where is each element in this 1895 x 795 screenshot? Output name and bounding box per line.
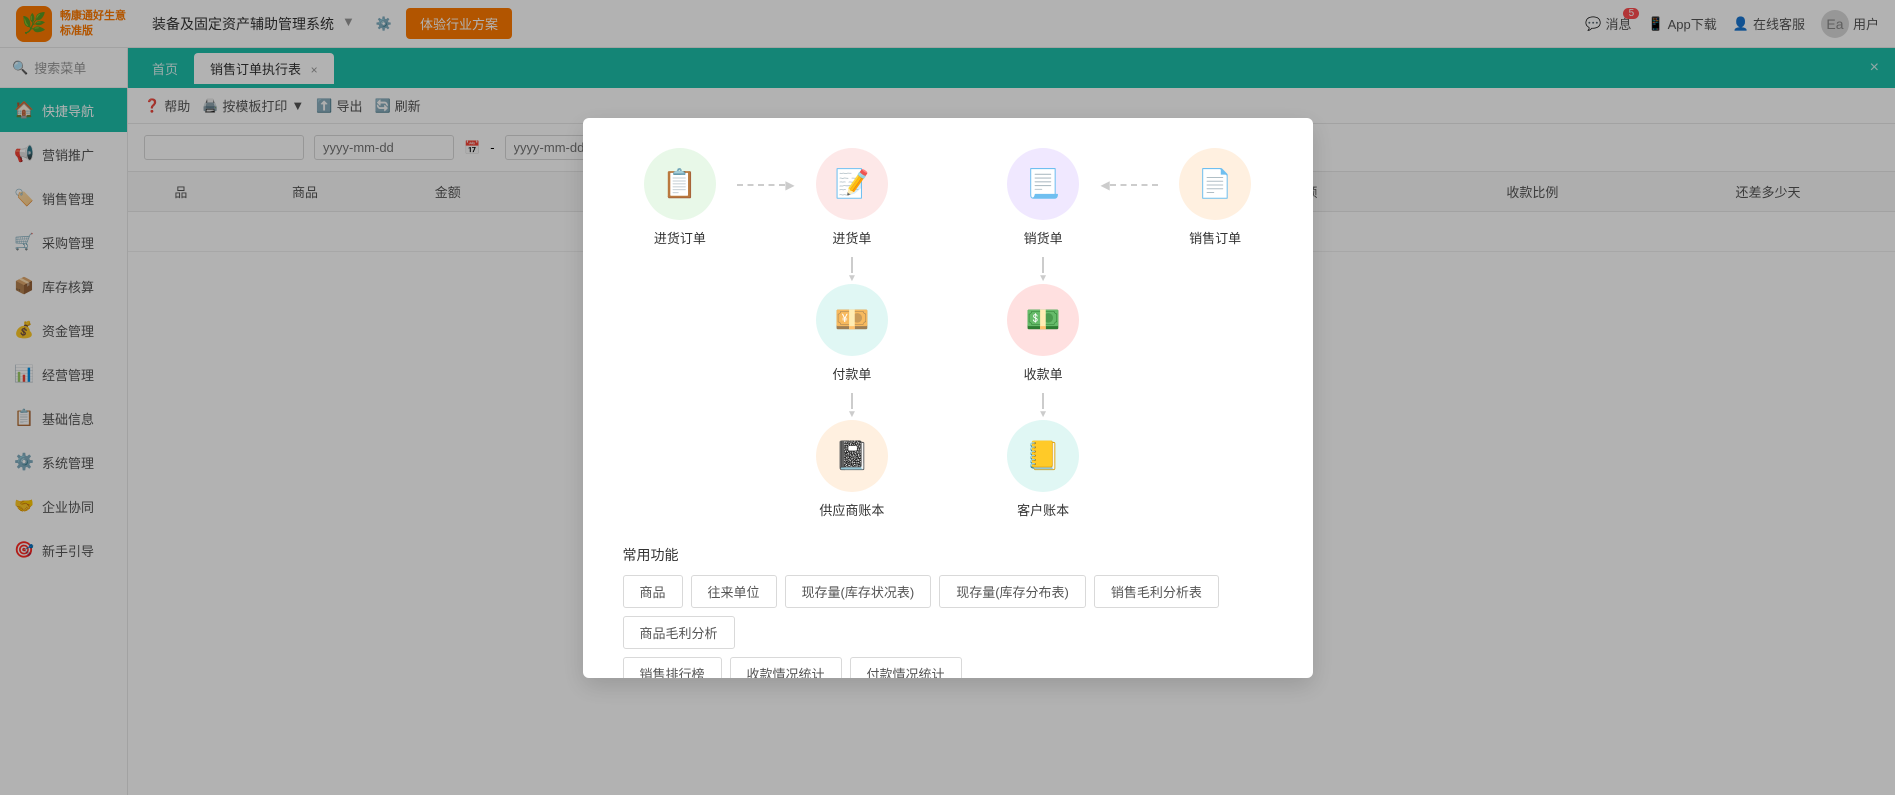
app-wrapper: 🌿 畅康通好生意 标准版 装备及固定资产辅助管理系统 ▼ ⚙️ 体验行业方案 💬… — [0, 0, 1895, 795]
customer-ledger-circle: 📒 — [1007, 420, 1079, 492]
flow-node-customer-ledger[interactable]: 📒 客户账本 — [986, 420, 1101, 519]
flow-section: 📋 进货订单 ▶ 📝 进货单 — [623, 148, 1273, 529]
sales-slip-circle: 📃 — [1007, 148, 1079, 220]
purchase-slip-circle: 📝 — [816, 148, 888, 220]
sales-order-circle: 📄 — [1179, 148, 1251, 220]
func-btn-2[interactable]: 现存量(库存状况表) — [785, 575, 932, 608]
func-btn-r2-1[interactable]: 收款情况统计 — [730, 657, 842, 678]
payment-slip-label: 付款单 — [832, 364, 871, 383]
func-btn-1[interactable]: 往来单位 — [691, 575, 777, 608]
payment-slip-circle: 💴 — [816, 284, 888, 356]
flow-node-sales-order[interactable]: 📄 销售订单 — [1158, 148, 1273, 247]
common-func-title: 常用功能 — [623, 545, 1273, 565]
supplier-ledger-label: 供应商账本 — [819, 500, 884, 519]
func-btn-3[interactable]: 现存量(库存分布表) — [939, 575, 1086, 608]
quick-nav-modal: 📋 进货订单 ▶ 📝 进货单 — [583, 118, 1313, 678]
purchase-order-label: 进货订单 — [654, 228, 706, 247]
func-btn-0[interactable]: 商品 — [623, 575, 683, 608]
purchase-order-circle: 📋 — [644, 148, 716, 220]
func-btn-r2-0[interactable]: 销售排行榜 — [623, 657, 722, 678]
func-buttons-row2: 销售排行榜收款情况统计付款情况统计 — [623, 657, 1273, 678]
sales-order-label: 销售订单 — [1189, 228, 1241, 247]
flow-node-purchase-order[interactable]: 📋 进货订单 — [623, 148, 738, 247]
func-buttons-row1: 商品往来单位现存量(库存状况表)现存量(库存分布表)销售毛利分析表商品毛利分析 — [623, 575, 1273, 649]
flow-node-supplier-ledger[interactable]: 📓 供应商账本 — [795, 420, 910, 519]
receipt-slip-circle: 💵 — [1007, 284, 1079, 356]
flow-node-purchase-slip[interactable]: 📝 进货单 — [795, 148, 910, 247]
flow-row-2: 💴 付款单 💵 收款单 — [623, 284, 1273, 383]
sales-slip-label: 销货单 — [1024, 228, 1063, 247]
flow-node-payment-slip[interactable]: 💴 付款单 — [795, 284, 910, 383]
func-btn-4[interactable]: 销售毛利分析表 — [1094, 575, 1219, 608]
func-btn-r2-2[interactable]: 付款情况统计 — [850, 657, 962, 678]
receipt-slip-label: 收款单 — [1024, 364, 1063, 383]
supplier-ledger-circle: 📓 — [816, 420, 888, 492]
purchase-slip-label: 进货单 — [832, 228, 871, 247]
flow-row-3: 📓 供应商账本 📒 客户账本 — [623, 420, 1273, 519]
flow-node-receipt-slip[interactable]: 💵 收款单 — [986, 284, 1101, 383]
customer-ledger-label: 客户账本 — [1017, 500, 1069, 519]
modal-overlay[interactable]: 📋 进货订单 ▶ 📝 进货单 — [0, 0, 1895, 795]
flow-node-sales-slip[interactable]: 📃 销货单 — [986, 148, 1101, 247]
flow-row-1: 📋 进货订单 ▶ 📝 进货单 — [623, 148, 1273, 247]
func-btn-5[interactable]: 商品毛利分析 — [623, 616, 735, 649]
